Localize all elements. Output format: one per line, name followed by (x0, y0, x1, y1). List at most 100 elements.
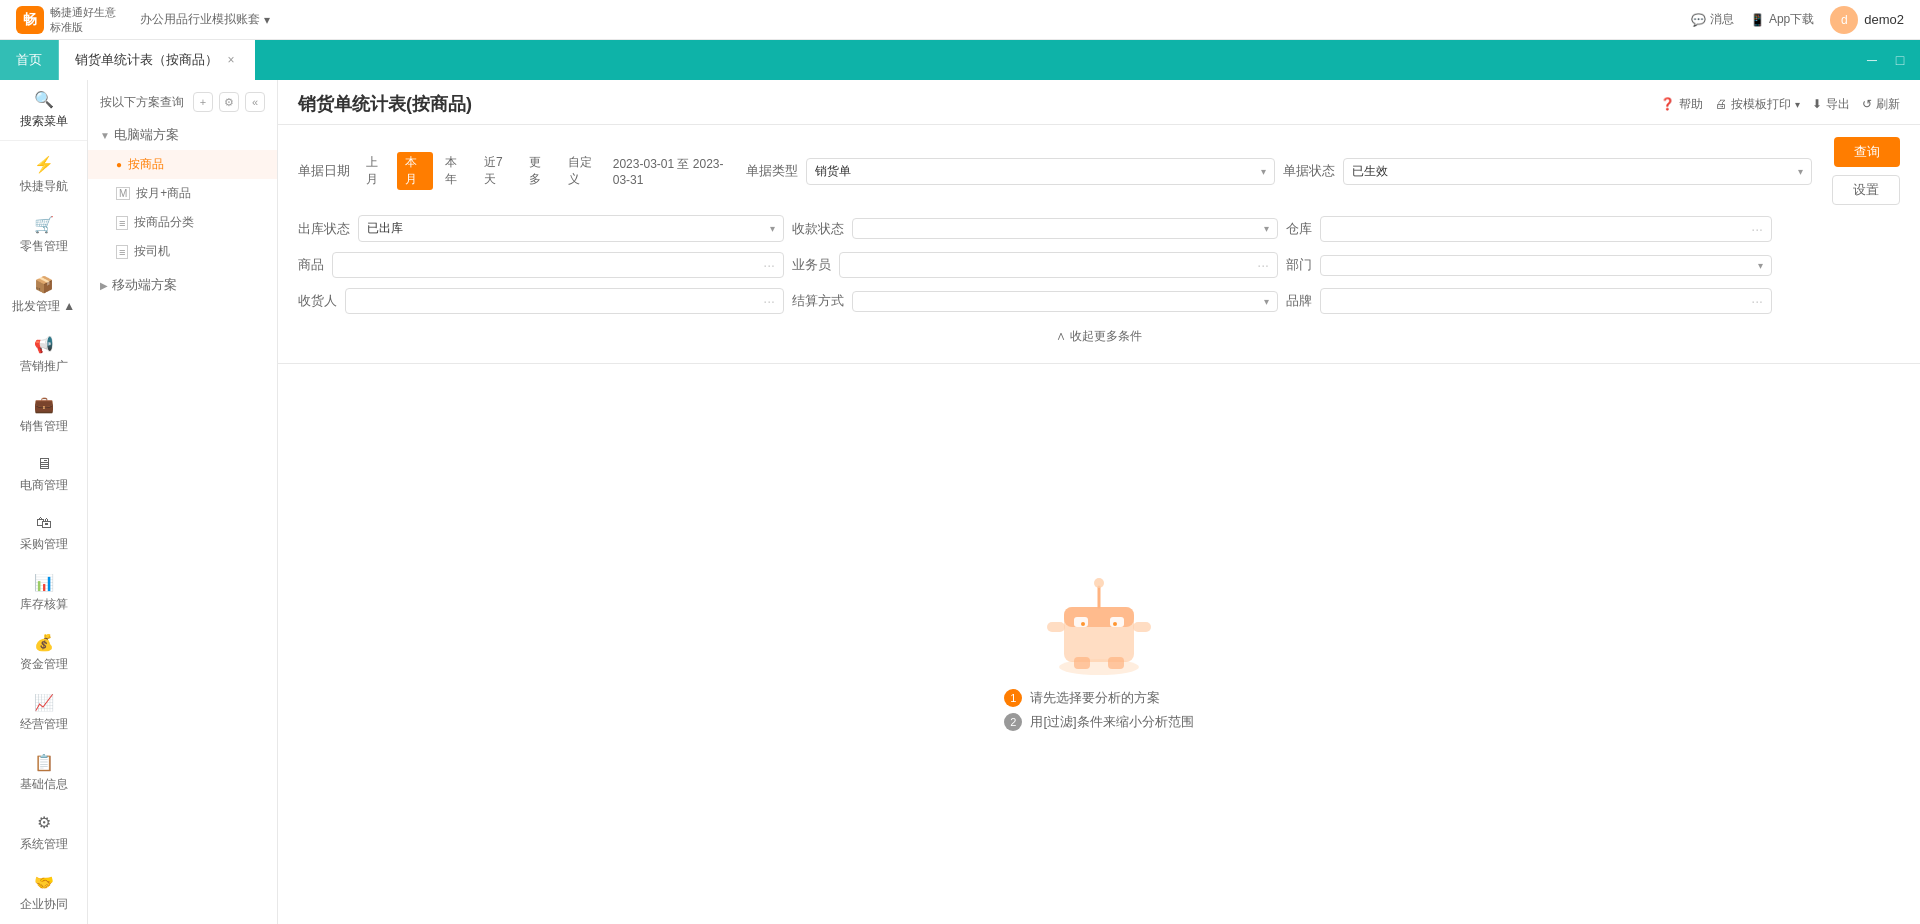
brand-input[interactable]: ··· (1320, 288, 1772, 314)
export-btn[interactable]: ⬇ 导出 (1812, 96, 1850, 113)
warehouse-input[interactable]: ··· (1320, 216, 1772, 242)
date-tab-custom[interactable]: 自定义 (560, 152, 605, 190)
sidebar-item-quick-nav[interactable]: ⚡ 快捷导航 (0, 145, 87, 205)
sidebar-item-operations[interactable]: 📈 经营管理 (0, 683, 87, 743)
dept-chevron: ▾ (1758, 260, 1763, 271)
refresh-btn[interactable]: ↺ 刷新 (1862, 96, 1900, 113)
svg-rect-4 (1110, 617, 1124, 627)
filter-row-4: 收货人 ··· 结算方式 ▾ 品牌 (298, 288, 1900, 314)
outstock-chevron: ▾ (770, 223, 775, 234)
tree-arrow-desktop: ▼ (100, 130, 110, 141)
sidebar-item-wholesale[interactable]: 📦 批发管理 ▲ (0, 265, 87, 325)
collapse-panel-btn[interactable]: « (245, 92, 265, 112)
receipt-chevron: ▾ (1264, 223, 1269, 234)
top-bar-left: 畅 畅捷通好生意标准版 办公用品行业模拟账套 ▾ (16, 5, 270, 34)
type-select[interactable]: 销货单 ▾ (806, 158, 1275, 185)
svg-rect-12 (1108, 657, 1124, 669)
print-btn[interactable]: 🖨 按模板打印 ▾ (1715, 96, 1800, 113)
panel-header-actions: + ⚙ « (193, 92, 265, 112)
sidebar-item-retail-label: 零售管理 (20, 238, 68, 255)
sidebar-item-retail[interactable]: 🛒 零售管理 (0, 205, 87, 265)
sidebar-item-sales-label: 销售管理 (20, 418, 68, 435)
tab-sales-stat[interactable]: 销货单统计表（按商品） × (59, 40, 255, 80)
tree-child-by-category[interactable]: ≡ 按商品分类 (88, 208, 277, 237)
receiver-input[interactable]: ··· (345, 288, 784, 314)
sidebar-item-basic-label: 基础信息 (20, 776, 68, 793)
warehouse-dots: ··· (1751, 221, 1763, 237)
svg-rect-10 (1133, 622, 1151, 632)
marketing-icon: 📢 (34, 335, 54, 354)
user-info[interactable]: d demo2 (1830, 6, 1904, 34)
industry-label: 办公用品行业模拟账套 (140, 11, 260, 28)
filter-date-group: 单据日期 上月 本月 本年 近7天 更多 自定义 2023-03-01 至 20… (298, 152, 738, 190)
product-input[interactable]: ··· (332, 252, 784, 278)
sidebar-item-inventory[interactable]: 📊 库存核算 (0, 563, 87, 623)
collapse-bar[interactable]: ∧ 收起更多条件 (298, 322, 1900, 351)
outstock-value: 已出库 (367, 220, 403, 237)
page-actions: ❓ 帮助 🖨 按模板打印 ▾ ⬇ 导出 ↺ 刷新 (1660, 96, 1900, 113)
tab-bar: 首页 销货单统计表（按商品） × ─ □ (0, 40, 1920, 80)
empty-tip-1: 1 请先选择要分析的方案 (1004, 689, 1193, 707)
inventory-icon: 📊 (34, 573, 54, 592)
operations-icon: 📈 (34, 693, 54, 712)
status-select[interactable]: 已生效 ▾ (1343, 158, 1812, 185)
add-scheme-btn[interactable]: + (193, 92, 213, 112)
user-name: demo2 (1864, 12, 1904, 27)
sidebar-item-quick-nav-label: 快捷导航 (20, 178, 68, 195)
tab-close-icon[interactable]: × (224, 53, 238, 67)
receipt-select[interactable]: ▾ (852, 218, 1278, 239)
sidebar-item-ecommerce[interactable]: 🖥 电商管理 (0, 445, 87, 504)
date-tab-this-month[interactable]: 本月 (397, 152, 432, 190)
svg-rect-3 (1074, 617, 1088, 627)
date-tab-this-year[interactable]: 本年 (437, 152, 472, 190)
filter-area: 单据日期 上月 本月 本年 近7天 更多 自定义 2023-03-01 至 20… (278, 125, 1920, 364)
tab-home[interactable]: 首页 (0, 40, 59, 80)
tree-parent-desktop[interactable]: ▼ 电脑端方案 (88, 120, 277, 150)
app-download-action[interactable]: 📱 App下载 (1750, 11, 1814, 28)
page-header: 销货单统计表(按商品) ❓ 帮助 🖨 按模板打印 ▾ ⬇ 导出 (278, 80, 1920, 125)
industry-selector[interactable]: 办公用品行业模拟账套 ▾ (140, 11, 270, 28)
sidebar-item-enterprise[interactable]: 🤝 企业协同 (0, 863, 87, 923)
salesman-input[interactable]: ··· (839, 252, 1278, 278)
help-btn[interactable]: ❓ 帮助 (1660, 96, 1703, 113)
date-tab-last-month[interactable]: 上月 (358, 152, 393, 190)
dept-select[interactable]: ▾ (1320, 255, 1772, 276)
date-tab-7days[interactable]: 近7天 (476, 152, 517, 190)
settings-scheme-btn[interactable]: ⚙ (219, 92, 239, 112)
main-layout: 🔍 搜索菜单 ⚡ 快捷导航 🛒 零售管理 📦 批发管理 ▲ 📢 营销推广 💼 销… (0, 80, 1920, 924)
date-tab-more[interactable]: 更多 (521, 152, 556, 190)
filter-salesman-group: 业务员 ··· (792, 252, 1278, 278)
tree-child-by-cashier[interactable]: ≡ 按司机 (88, 237, 277, 266)
tree-parent-mobile-label: 移动端方案 (112, 276, 177, 294)
settings-button[interactable]: 设置 (1832, 175, 1900, 205)
export-label: 导出 (1826, 96, 1850, 113)
outstock-select[interactable]: 已出库 ▾ (358, 215, 784, 242)
receiver-label: 收货人 (298, 292, 337, 310)
sidebar-item-sales[interactable]: 💼 销售管理 (0, 385, 87, 445)
sidebar-item-system[interactable]: ⚙ 系统管理 (0, 803, 87, 863)
tree-parent-mobile[interactable]: ▶ 移动端方案 (88, 270, 277, 300)
sidebar-item-basic[interactable]: 📋 基础信息 (0, 743, 87, 803)
tab-maximize-btn[interactable]: □ (1888, 48, 1912, 72)
tree-child-by-cashier-label: 按司机 (134, 243, 170, 260)
sidebar-item-search-menu[interactable]: 🔍 搜索菜单 (0, 80, 87, 141)
filter-row-3: 商品 ··· 业务员 ··· 部门 (298, 252, 1900, 278)
svg-rect-9 (1047, 622, 1065, 632)
sidebar-item-finance[interactable]: 💰 资金管理 (0, 623, 87, 683)
query-button[interactable]: 查询 (1834, 137, 1900, 167)
tree-group-desktop: ▼ 电脑端方案 ● 按商品 M 按月+商品 ≡ 按商品分类 ≡ 按司机 (88, 120, 277, 266)
salesman-dots: ··· (1257, 257, 1269, 273)
brand-dots: ··· (1751, 293, 1763, 309)
refresh-label: 刷新 (1876, 96, 1900, 113)
tab-sales-stat-label: 销货单统计表（按商品） (75, 51, 218, 69)
message-action[interactable]: 💬 消息 (1691, 11, 1734, 28)
dept-label: 部门 (1286, 256, 1312, 274)
tab-minimize-btn[interactable]: ─ (1860, 48, 1884, 72)
tree-child-by-product[interactable]: ● 按商品 (88, 150, 277, 179)
sidebar-item-purchase[interactable]: 🛍 采购管理 (0, 504, 87, 563)
payment-select[interactable]: ▾ (852, 291, 1278, 312)
by-month-icon: M (116, 187, 130, 200)
tip1-num: 1 (1004, 689, 1022, 707)
sidebar-item-marketing[interactable]: 📢 营销推广 (0, 325, 87, 385)
tree-child-by-month-product[interactable]: M 按月+商品 (88, 179, 277, 208)
